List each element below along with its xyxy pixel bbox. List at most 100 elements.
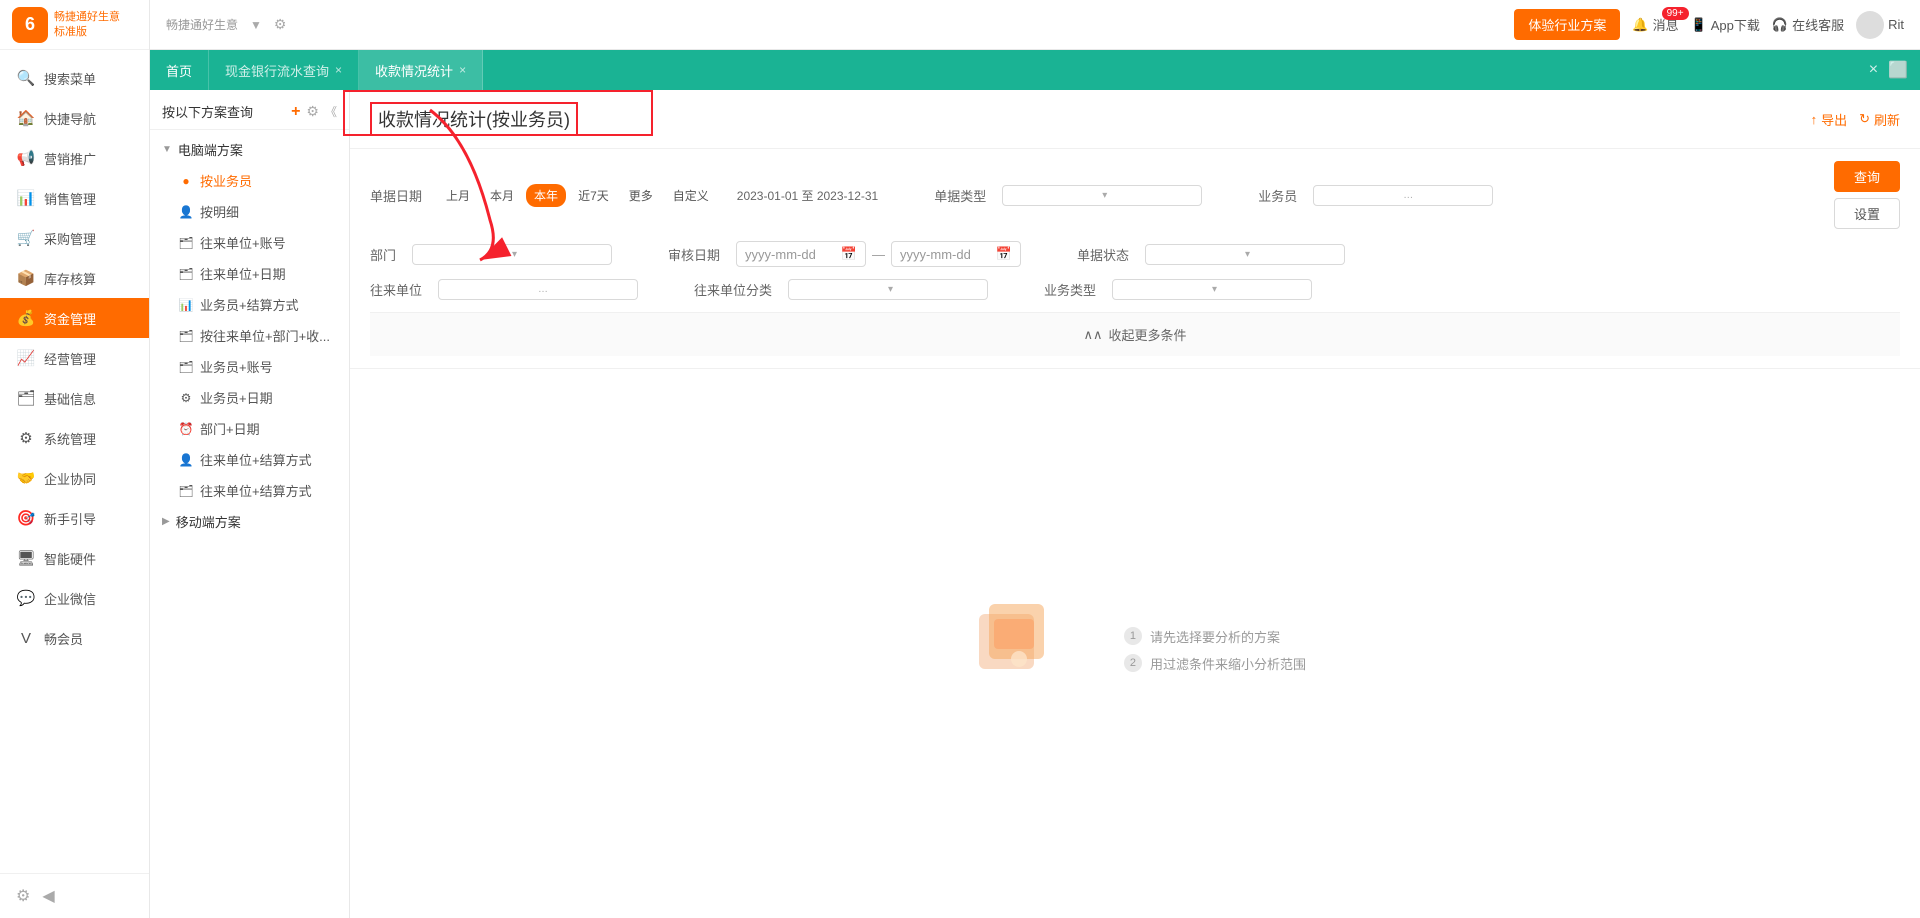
empty-area: 1 请先选择要分析的方案 2 用过滤条件来缩小分析范围 [350, 369, 1920, 918]
sidebar-item-quick-nav[interactable]: 🏠 快捷导航 [0, 98, 149, 138]
scheme-collapse-icon[interactable]: 《 [325, 103, 337, 120]
sidebar-item-finance[interactable]: 💰 资金管理 [0, 298, 149, 338]
sidebar-item-wechat[interactable]: 💬 企业微信 [0, 578, 149, 618]
date-tab-this-year[interactable]: 本年 [526, 184, 566, 207]
online-service-item[interactable]: 🎧 在线客服 [1772, 15, 1844, 34]
scheme-group-mobile-title[interactable]: ▶ 移动端方案 [150, 506, 349, 537]
trial-button[interactable]: 体验行业方案 [1514, 9, 1620, 40]
filter-row-1: 单据日期 上月 本月 本年 近7天 更多 自定义 2023-01-01 至 20… [370, 161, 1900, 229]
sidebar-item-search-menu[interactable]: 🔍 搜索菜单 [0, 58, 149, 98]
doc-type-arrow-icon: ▾ [1102, 190, 1193, 201]
dept-select[interactable]: ▾ [412, 244, 612, 265]
scheme-item-unit-settle2[interactable]: 🗂 往来单位+结算方式 [166, 475, 349, 506]
biz-type-select[interactable]: ▾ [1112, 279, 1312, 300]
scheme-item-unit-settle1[interactable]: 👤 往来单位+结算方式 [166, 444, 349, 475]
breadcrumb: 畅捷通好生意 [166, 16, 238, 33]
filter-row-2: 部门 ▾ 审核日期 yyyy-mm-dd 📅 — [370, 241, 1900, 267]
review-date-start[interactable]: yyyy-mm-dd 📅 [736, 241, 866, 267]
tab-home[interactable]: 首页 [150, 50, 209, 90]
doc-type-select[interactable]: ▾ [1002, 185, 1202, 206]
export-icon: ↑ [1811, 112, 1818, 127]
counterpart-more-icon: … [538, 284, 629, 295]
collapse-button[interactable]: ∧∧ 收起更多条件 [370, 317, 1900, 352]
sidebar-item-enterprise[interactable]: 🤝 企业协同 [0, 458, 149, 498]
empty-illustration [964, 584, 1084, 704]
sidebar-item-operations[interactable]: 📈 经营管理 [0, 338, 149, 378]
counterpart-type-arrow-icon: ▾ [888, 284, 979, 295]
scheme-item-sale-settle[interactable]: 📊 业务员+结算方式 [166, 289, 349, 320]
refresh-button[interactable]: ↻ 刷新 [1859, 110, 1900, 129]
window-close-icon[interactable]: × [1869, 61, 1878, 79]
tab-close-bank-flow[interactable]: × [335, 63, 342, 77]
date-tab-last7[interactable]: 近7天 [570, 184, 617, 207]
sidebar-item-basic-info[interactable]: 🗂 基础信息 [0, 378, 149, 418]
doc-status-arrow-icon: ▾ [1245, 249, 1336, 260]
doc-status-label: 单据状态 [1077, 245, 1129, 264]
tab-close-collection-stats[interactable]: × [459, 63, 466, 77]
scheme-item-dept-date[interactable]: ⏰ 部门+日期 [166, 413, 349, 444]
header-settings-icon[interactable]: ⚙ [274, 16, 287, 33]
page-header: 收款情况统计(按业务员) ↑ 导出 ↻ 刷新 [350, 90, 1920, 149]
user-item[interactable]: Rit [1856, 11, 1904, 39]
sidebar-item-marketing[interactable]: 📢 营销推广 [0, 138, 149, 178]
settings-button[interactable]: 设置 [1834, 198, 1900, 229]
file-icon: 🗂 [16, 388, 36, 408]
sidebar-item-purchase[interactable]: 🛒 采购管理 [0, 218, 149, 258]
doc-type-label: 单据类型 [934, 186, 986, 205]
biz-type-arrow-icon: ▾ [1212, 284, 1303, 295]
unit-settle1-icon: 👤 [178, 452, 194, 468]
salesperson-select[interactable]: … [1313, 185, 1493, 206]
active-scheme-icon: ● [178, 173, 194, 189]
scheme-group-desktop-title[interactable]: ▼ 电脑端方案 [150, 134, 349, 165]
window-maximize-icon[interactable]: ⬜ [1888, 60, 1908, 80]
counterpart-select[interactable]: … [438, 279, 638, 300]
logo-area: 6 畅捷通好生意 标准版 [0, 0, 149, 50]
date-tab-this-month[interactable]: 本月 [482, 184, 522, 207]
scheme-add-icon[interactable]: + [291, 103, 300, 121]
dept-label: 部门 [370, 245, 396, 264]
sidebar-item-sales[interactable]: 📊 销售管理 [0, 178, 149, 218]
sidebar-item-inventory[interactable]: 📦 库存核算 [0, 258, 149, 298]
scheme-item-sale-account[interactable]: 🗂 业务员+账号 [166, 351, 349, 382]
message-item[interactable]: 🔔 消息 99+ [1632, 15, 1678, 34]
sidebar-item-system[interactable]: ⚙ 系统管理 [0, 418, 149, 458]
scheme-item-detail[interactable]: 👤 按明细 [166, 196, 349, 227]
footer-settings-icon[interactable]: ⚙ [16, 886, 30, 906]
scheme-item-unit-dept-collect[interactable]: 🗂 按往来单位+部门+收... [166, 320, 349, 351]
doc-status-select[interactable]: ▾ [1145, 244, 1345, 265]
query-btn-group: 查询 设置 [1834, 161, 1900, 229]
scheme-settings-icon[interactable]: ⚙ [306, 103, 319, 120]
date-tab-more[interactable]: 更多 [621, 184, 661, 207]
app-download-item[interactable]: 📱 App下载 [1691, 15, 1760, 34]
search-icon: 🔍 [16, 68, 36, 88]
right-content: 收款情况统计(按业务员) ↑ 导出 ↻ 刷新 [350, 90, 1920, 918]
tab-bar: 首页 现金银行流水查询 × 收款情况统计 × × ⬜ [150, 50, 1920, 90]
tab-bank-flow[interactable]: 现金银行流水查询 × [209, 50, 359, 90]
service-icon: 🎧 [1772, 17, 1788, 33]
sidebar-item-member[interactable]: V 畅会员 [0, 618, 149, 658]
review-date-end[interactable]: yyyy-mm-dd 📅 [891, 241, 1021, 267]
sidebar-item-guide[interactable]: 🎯 新手引导 [0, 498, 149, 538]
scheme-item-unit-date[interactable]: 🗂 往来单位+日期 [166, 258, 349, 289]
tab-collection-stats[interactable]: 收款情况统计 × [359, 50, 483, 90]
sidebar-item-hardware[interactable]: 🖥 智能硬件 [0, 538, 149, 578]
date-tab-custom[interactable]: 自定义 [665, 184, 717, 207]
unit-settle2-icon: 🗂 [178, 483, 194, 499]
download-icon: 📱 [1691, 17, 1707, 33]
date-tabs: 上月 本月 本年 近7天 更多 自定义 [438, 184, 717, 207]
query-button[interactable]: 查询 [1834, 161, 1900, 192]
scheme-panel-header: 按以下方案查询 + ⚙ 《 [150, 90, 349, 130]
top-header: 畅捷通好生意 ▼ ⚙ 体验行业方案 🔔 消息 99+ 📱 App下载 🎧 在线客… [150, 0, 1920, 50]
export-button[interactable]: ↑ 导出 [1811, 110, 1848, 129]
footer-collapse-icon[interactable]: ◀ [42, 886, 54, 906]
date-tab-last-month[interactable]: 上月 [438, 184, 478, 207]
counterpart-type-select[interactable]: ▾ [788, 279, 988, 300]
scheme-item-salesperson[interactable]: ● 按业务员 [166, 165, 349, 196]
scheme-item-unit-account[interactable]: 🗂 往来单位+账号 [166, 227, 349, 258]
counterpart-label: 往来单位 [370, 280, 422, 299]
sidebar-footer: ⚙ ◀ [0, 873, 149, 918]
salesperson-label: 业务员 [1258, 186, 1297, 205]
scheme-item-sale-date[interactable]: ⚙ 业务员+日期 [166, 382, 349, 413]
date-range-text: 2023-01-01 至 2023-12-31 [737, 187, 878, 204]
sale-date-icon: ⚙ [178, 390, 194, 406]
